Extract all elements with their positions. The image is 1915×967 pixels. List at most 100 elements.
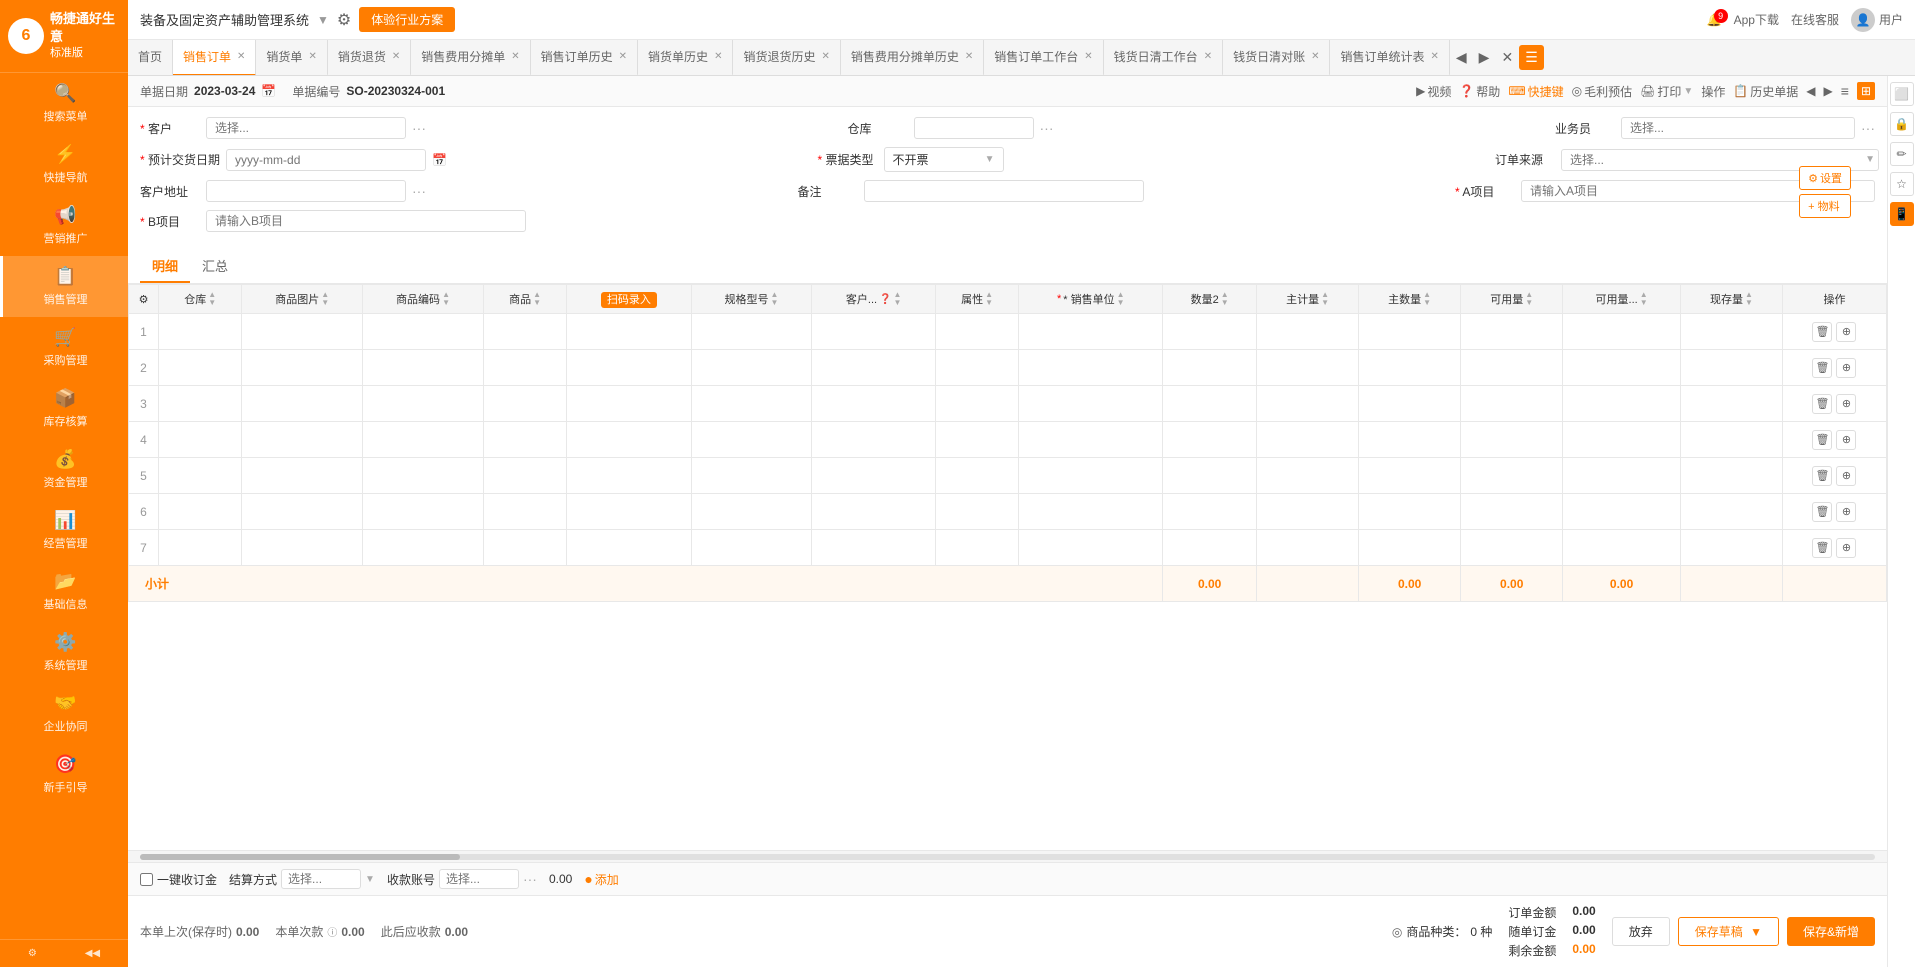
tab-home[interactable]: 首页 [128, 40, 173, 76]
tab-close-return[interactable]: ✕ [392, 51, 400, 62]
sidebar-collapse-btn[interactable]: ◀◀ [85, 948, 100, 959]
customer-addr-more-btn[interactable]: ··· [412, 183, 426, 199]
customer-input[interactable] [206, 117, 406, 139]
tab-close-all[interactable]: ✕ [1495, 49, 1519, 66]
warehouse-more-btn[interactable]: ··· [1040, 120, 1054, 136]
tab-close-order-summary[interactable]: ✕ [1431, 51, 1439, 62]
sidebar-item-cooperation[interactable]: 🤝 企业协同 [0, 683, 128, 744]
rs-btn-5[interactable]: 📱 [1890, 202, 1914, 226]
tab-close-return-history[interactable]: ✕ [821, 51, 829, 62]
sidebar-settings-btn[interactable]: ⚙ [28, 948, 37, 959]
row-delete-btn[interactable]: 🗑 [1812, 394, 1832, 414]
warehouse-input[interactable]: 成品库 [914, 117, 1034, 139]
sidebar-item-purchase[interactable]: 🛒 采购管理 [0, 317, 128, 378]
tab-summary[interactable]: 汇总 [190, 250, 240, 283]
scrollbar-thumb[interactable] [140, 854, 460, 860]
bank-account-more-btn[interactable]: ··· [523, 871, 537, 887]
rs-btn-3[interactable]: ✏ [1890, 142, 1914, 166]
row-copy-btn[interactable]: ⊕ [1836, 394, 1856, 414]
customer-more-btn[interactable]: ··· [412, 120, 426, 136]
tab-close-sales-order[interactable]: ✕ [237, 51, 245, 62]
sidebar-item-system[interactable]: ⚙️ 系统管理 [0, 622, 128, 683]
tab-close-sales-fee[interactable]: ✕ [511, 51, 519, 62]
row-delete-btn[interactable]: 🗑 [1812, 538, 1832, 558]
tab-order-workbench[interactable]: 销售订单工作台 ✕ [984, 40, 1103, 76]
tab-close-invoice[interactable]: ✕ [308, 51, 316, 62]
rs-btn-4[interactable]: ☆ [1890, 172, 1914, 196]
help-action[interactable]: ❓ 帮助 [1459, 83, 1500, 100]
sidebar-item-search[interactable]: 🔍 搜索菜单 [0, 73, 128, 134]
list-view-icon[interactable]: ≡ [1841, 83, 1849, 99]
solution-button[interactable]: 体验行业方案 [359, 7, 455, 32]
ticket-type-select[interactable]: 不开票 ▼ [884, 147, 1004, 172]
row-copy-btn[interactable]: ⊕ [1836, 322, 1856, 342]
setup-button[interactable]: ⚙ 设置 [1799, 166, 1851, 190]
remark-input[interactable] [864, 180, 1144, 202]
th-settings[interactable]: ⚙ [129, 285, 159, 314]
tab-order-summary[interactable]: 销售订单统计表 ✕ [1330, 40, 1449, 76]
row-delete-btn[interactable]: 🗑 [1812, 430, 1832, 450]
sidebar-item-marketing[interactable]: 📢 营销推广 [0, 195, 128, 256]
tab-close-fee-history[interactable]: ✕ [965, 51, 973, 62]
row-copy-btn[interactable]: ⊕ [1836, 358, 1856, 378]
tab-more[interactable]: ☰ [1519, 45, 1544, 70]
rs-btn-2[interactable]: 🔒 [1890, 112, 1914, 136]
user-menu[interactable]: 👤 用户 [1851, 8, 1903, 32]
tab-sales-history[interactable]: 销售订单历史 ✕ [531, 40, 638, 76]
operation-action[interactable]: 操作 [1701, 83, 1725, 100]
tab-fee-history[interactable]: 销售费用分摊单历史 ✕ [841, 40, 984, 76]
row-copy-btn[interactable]: ⊕ [1836, 430, 1856, 450]
row-copy-btn[interactable]: ⊕ [1836, 538, 1856, 558]
salesperson-input[interactable] [1621, 117, 1855, 139]
sidebar-item-finance[interactable]: 💰 资金管理 [0, 439, 128, 500]
tab-sales-fee[interactable]: 销售费用分摊单 ✕ [411, 40, 530, 76]
th-scan[interactable]: 扫码录入 [567, 285, 691, 314]
payment-method-input[interactable] [281, 869, 361, 889]
add-material-button[interactable]: + 物料 [1799, 194, 1851, 218]
calendar-icon[interactable]: 📅 [261, 84, 276, 98]
history-action[interactable]: 📋 历史单据 [1733, 83, 1798, 100]
tab-scroll-left[interactable]: ◀ [1450, 49, 1473, 66]
sidebar-item-operations[interactable]: 📊 经营管理 [0, 500, 128, 561]
row-delete-btn[interactable]: 🗑 [1812, 358, 1832, 378]
tab-return[interactable]: 销货退货 ✕ [328, 40, 411, 76]
tab-invoice[interactable]: 销货单 ✕ [256, 40, 327, 76]
tab-daily-reconcile[interactable]: 钱货日清对账 ✕ [1223, 40, 1330, 76]
expected-date-input[interactable] [226, 149, 426, 171]
settings-icon[interactable]: ⚙ [337, 10, 351, 30]
table-scrollbar[interactable] [128, 850, 1887, 862]
system-name-dropdown-icon[interactable]: ▼ [317, 13, 329, 27]
customer-addr-input[interactable] [206, 180, 406, 202]
shortcut-action[interactable]: ⌨ 快捷键 [1508, 83, 1563, 100]
tab-daily-workbench[interactable]: 钱货日清工作台 ✕ [1104, 40, 1223, 76]
salesperson-more-btn[interactable]: ··· [1861, 120, 1875, 136]
discard-button[interactable]: 放弃 [1612, 917, 1670, 946]
tab-invoice-history[interactable]: 销货单历史 ✕ [638, 40, 733, 76]
app-download-link[interactable]: App下载 [1734, 11, 1779, 28]
tab-close-daily-workbench[interactable]: ✕ [1204, 51, 1212, 62]
save-draft-dropdown-icon[interactable]: ▼ [1750, 925, 1762, 939]
date-picker-icon[interactable]: 📅 [432, 153, 447, 167]
tab-close-order-workbench[interactable]: ✕ [1084, 51, 1092, 62]
sidebar-item-quick-nav[interactable]: ⚡ 快捷导航 [0, 134, 128, 195]
tab-close-invoice-history[interactable]: ✕ [714, 51, 722, 62]
print-action[interactable]: 🖨 打印 ▼ [1640, 83, 1693, 100]
sidebar-item-sales[interactable]: 📋 销售管理 [0, 256, 128, 317]
b-project-input[interactable] [206, 210, 526, 232]
row-delete-btn[interactable]: 🗑 [1812, 322, 1832, 342]
tab-return-history[interactable]: 销货退货历史 ✕ [733, 40, 840, 76]
save-new-button[interactable]: 保存&新增 [1787, 917, 1875, 946]
bank-account-input[interactable] [439, 869, 519, 889]
row-copy-btn[interactable]: ⊕ [1836, 502, 1856, 522]
row-delete-btn[interactable]: 🗑 [1812, 466, 1832, 486]
online-service-link[interactable]: 在线客服 [1791, 11, 1839, 28]
tab-scroll-right[interactable]: ▶ [1473, 49, 1496, 66]
add-payment-btn[interactable]: ● 添加 [584, 871, 618, 888]
profit-action[interactable]: ◎ 毛利预估 [1572, 83, 1633, 100]
tab-detail[interactable]: 明细 [140, 250, 190, 283]
tab-close-daily-reconcile[interactable]: ✕ [1311, 51, 1319, 62]
payment-dropdown-icon[interactable]: ▼ [365, 874, 375, 885]
grid-view-icon[interactable]: ⊞ [1857, 82, 1875, 100]
row-delete-btn[interactable]: 🗑 [1812, 502, 1832, 522]
row-copy-btn[interactable]: ⊕ [1836, 466, 1856, 486]
